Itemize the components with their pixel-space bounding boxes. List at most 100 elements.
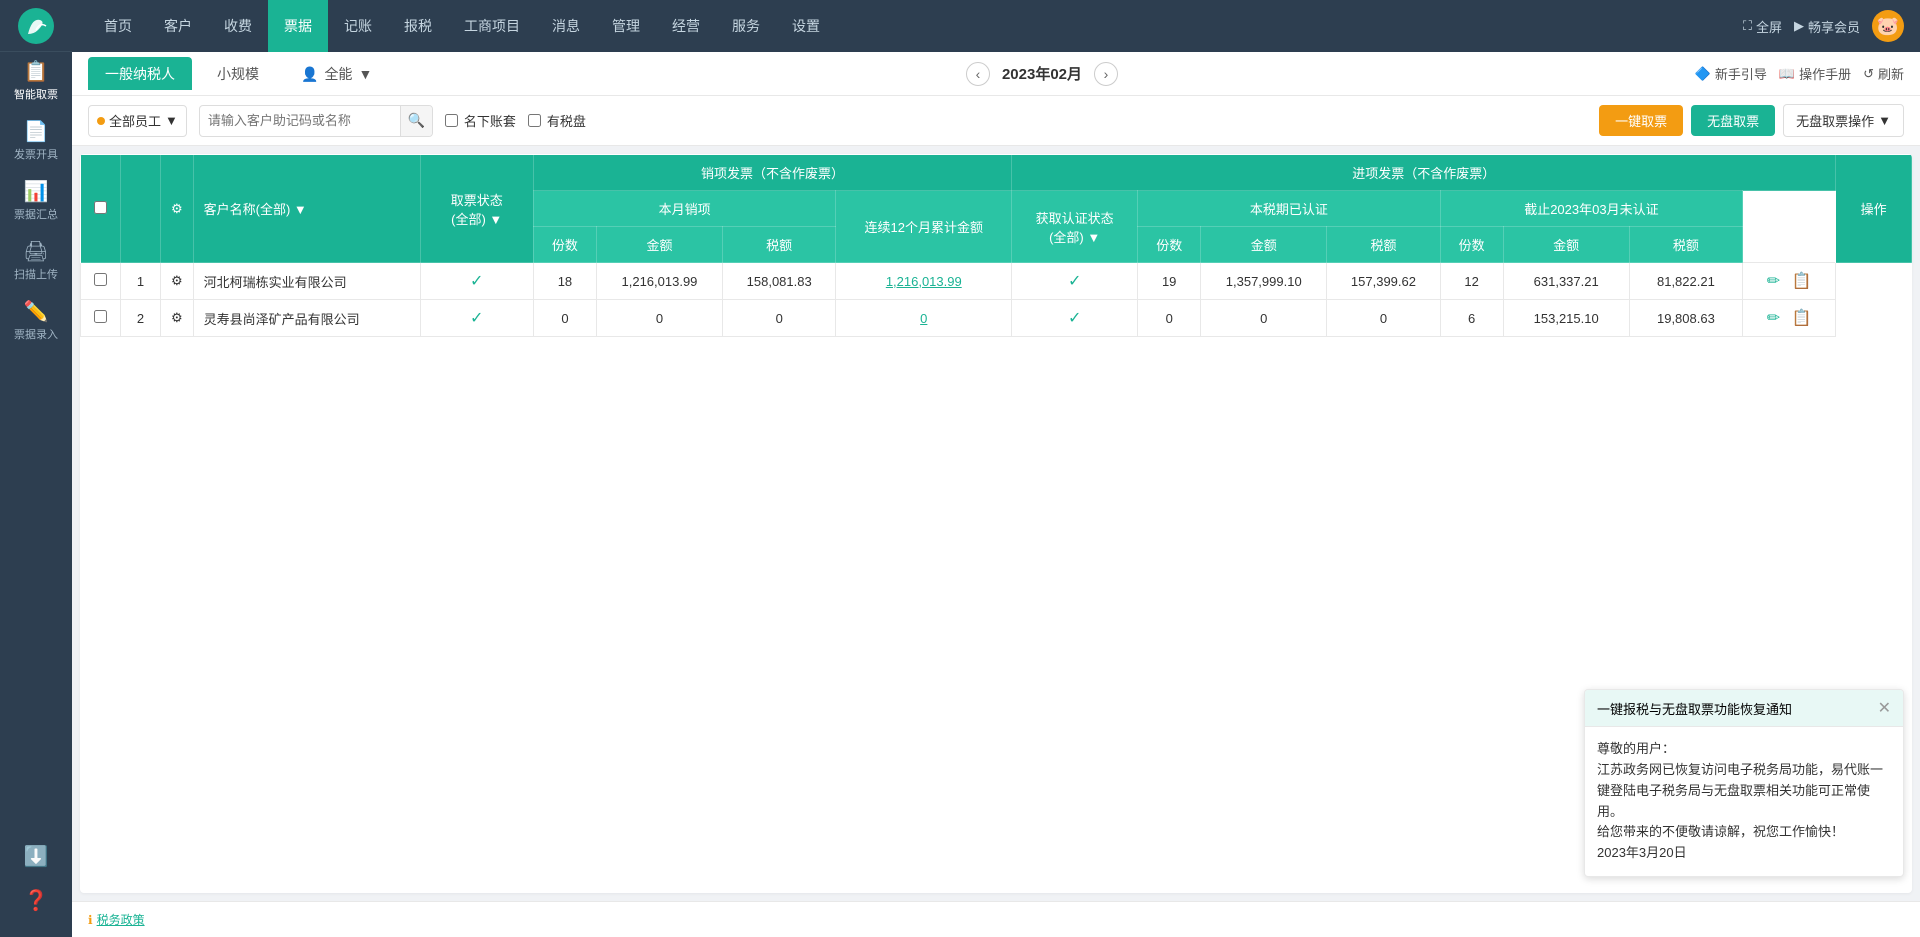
th-settings: ⚙: [161, 155, 194, 263]
row1-before-amount: 631,337.21: [1503, 263, 1629, 300]
row1-customer: 河北柯瑞栋实业有限公司: [193, 263, 420, 300]
row2-detail-btn[interactable]: 📋: [1788, 308, 1816, 328]
row2-period-tax: 0: [1327, 300, 1440, 337]
nav-operations[interactable]: 经营: [656, 0, 716, 52]
row1-fetch-icon: ✓: [470, 273, 483, 290]
tab-all[interactable]: 👤 全能 ▼: [284, 57, 389, 90]
new-guide-btn[interactable]: 🔷 新手引导: [1695, 64, 1767, 83]
row2-action: ✏ 📋: [1743, 300, 1836, 337]
nav-message[interactable]: 消息: [536, 0, 596, 52]
notification-popup: 一键报税与无盘取票功能恢复通知 ✕ 尊敬的用户： 江苏政务网已恢复访问电子税务局…: [1584, 689, 1904, 877]
sidebar-item-label: 发票开具: [14, 146, 58, 162]
search-input[interactable]: [200, 113, 400, 128]
tab-general-taxpayer[interactable]: 一般纳税人: [88, 57, 192, 90]
sidebar-bottom: ⬇️ ❓: [0, 837, 72, 937]
row1-period-count: 19: [1138, 263, 1201, 300]
row2-edit-btn[interactable]: ✏: [1763, 308, 1784, 328]
th-action: 操作: [1836, 155, 1912, 263]
th-purchase-period-amount: 金额: [1201, 227, 1327, 263]
manual-btn[interactable]: 📖 操作手册: [1779, 64, 1851, 83]
search-btn[interactable]: 🔍: [400, 105, 432, 137]
row2-before-count: 6: [1440, 300, 1503, 337]
th-purchase-period: 本税期已认证: [1138, 191, 1440, 227]
topbar: 首页 客户 收费 票据 记账 报税 工商项目 消息 管理 经营 服务 设置 ⛶ …: [72, 0, 1920, 52]
th-sales-tax: 税额: [722, 227, 835, 263]
current-date: 2023年02月: [1002, 63, 1082, 84]
row2-sales-12m: 0: [836, 300, 1012, 337]
row2-before-tax: 19,808.63: [1629, 300, 1742, 337]
row2-sales-count: 0: [533, 300, 596, 337]
search-input-wrapper: 🔍: [199, 105, 433, 137]
popup-decoration: [1867, 689, 1883, 690]
prev-date-btn[interactable]: ‹: [966, 62, 990, 86]
notification-close-btn[interactable]: ✕: [1878, 698, 1891, 718]
nav-bookkeeping[interactable]: 记账: [328, 0, 388, 52]
row1-12m-link[interactable]: 1,216,013.99: [886, 274, 962, 289]
no-disc-ops-btn[interactable]: 无盘取票操作 ▼: [1783, 104, 1904, 137]
nav-business[interactable]: 工商项目: [448, 0, 536, 52]
th-purchase-cert-status: 获取认证状态(全部) ▼: [1012, 191, 1138, 263]
tab-bar: 一般纳税人 小规模 👤 全能 ▼ ‹ 2023年02月 › 🔷 新手引导 📖 操…: [72, 52, 1920, 96]
nav-settings[interactable]: 设置: [776, 0, 836, 52]
name-account-input[interactable]: [445, 114, 458, 127]
nav-invoice[interactable]: 票据: [268, 0, 328, 52]
row2-checkbox[interactable]: [81, 300, 121, 337]
sidebar-item-invoice-summary[interactable]: 📊 票据汇总: [0, 172, 72, 232]
row1-period-amount: 1,357,999.10: [1201, 263, 1327, 300]
has-tax-disc-input[interactable]: [528, 114, 541, 127]
chevron-down-icon: ▼: [165, 113, 178, 128]
row2-cert-status: ✓: [1012, 300, 1138, 337]
employee-select[interactable]: 全部员工 ▼: [88, 105, 187, 137]
topbar-nav: 首页 客户 收费 票据 记账 报税 工商项目 消息 管理 经营 服务 设置: [88, 0, 1743, 52]
row1-checkbox[interactable]: [81, 263, 121, 300]
notification-header: 一键报税与无盘取票功能恢复通知 ✕: [1585, 690, 1903, 727]
name-account-checkbox[interactable]: 名下账套: [445, 111, 516, 130]
nav-customer[interactable]: 客户: [148, 0, 208, 52]
nav-home[interactable]: 首页: [88, 0, 148, 52]
refresh-btn[interactable]: ↺ 刷新: [1863, 64, 1904, 83]
row2-sales-amount: 0: [596, 300, 722, 337]
select-all-checkbox[interactable]: [94, 201, 107, 214]
row2-12m-link[interactable]: 0: [920, 311, 927, 326]
row1-fetch-status: ✓: [420, 263, 533, 300]
sidebar-item-data-entry[interactable]: ✏️ 票据录入: [0, 292, 72, 352]
manual-icon: 📖: [1779, 66, 1795, 82]
nav-tax[interactable]: 报税: [388, 0, 448, 52]
sidebar-item-download[interactable]: ⬇️: [0, 837, 72, 877]
no-disc-fetch-btn[interactable]: 无盘取票: [1691, 105, 1775, 136]
has-tax-disc-checkbox[interactable]: 有税盘: [528, 111, 586, 130]
table-group-header: ⚙ 客户名称(全部) ▼ 取票状态(全部) ▼ 销项发票（不含作废票） 进项发票…: [81, 155, 1912, 191]
next-date-btn[interactable]: ›: [1094, 62, 1118, 86]
fullscreen-btn[interactable]: ⛶ 全屏: [1743, 17, 1782, 36]
sidebar-item-scan-upload[interactable]: 🖨 扫描上传: [0, 232, 72, 292]
row1-check[interactable]: [94, 273, 107, 286]
nav-billing[interactable]: 收费: [208, 0, 268, 52]
one-key-fetch-btn[interactable]: 一键取票: [1599, 105, 1683, 136]
avatar[interactable]: 🐷: [1872, 10, 1904, 42]
nav-service[interactable]: 服务: [716, 0, 776, 52]
chevron-down-icon: ▼: [358, 66, 372, 82]
sidebar-item-help[interactable]: ❓: [0, 881, 72, 921]
tax-policy-link[interactable]: 税务政策: [97, 911, 145, 928]
filter-bar: 全部员工 ▼ 🔍 名下账套 有税盘 一键取票 无盘取票 无盘取票操作 ▼: [72, 96, 1920, 146]
sidebar-item-issue-invoice[interactable]: 📄 发票开具: [0, 112, 72, 172]
tab-small-scale[interactable]: 小规模: [200, 57, 276, 90]
table-row: 2 ⚙ 灵寿县尚泽矿产品有限公司 ✓ 0 0 0 0 ✓ 0 0 0 6 153…: [81, 300, 1912, 337]
th-customer: 客户名称(全部) ▼: [193, 155, 420, 263]
row1-sales-tax: 158,081.83: [722, 263, 835, 300]
th-sales-monthly: 本月销项: [533, 191, 835, 227]
row2-sales-tax: 0: [722, 300, 835, 337]
row1-edit-btn[interactable]: ✏: [1763, 271, 1784, 291]
row2-settings[interactable]: ⚙: [161, 300, 194, 337]
sidebar-item-smart-fetch[interactable]: 📋 智能取票: [0, 52, 72, 112]
row2-check[interactable]: [94, 310, 107, 323]
row2-num: 2: [121, 300, 161, 337]
th-purchase-group: 进项发票（不含作废票）: [1012, 155, 1836, 191]
row1-settings[interactable]: ⚙: [161, 263, 194, 300]
th-sales-count: 份数: [533, 227, 596, 263]
row1-action: ✏ 📋: [1743, 263, 1836, 300]
row1-detail-btn[interactable]: 📋: [1788, 271, 1816, 291]
member-btn[interactable]: ▶ 畅享会员: [1794, 17, 1860, 36]
nav-management[interactable]: 管理: [596, 0, 656, 52]
smart-fetch-icon: 📋: [24, 62, 49, 82]
